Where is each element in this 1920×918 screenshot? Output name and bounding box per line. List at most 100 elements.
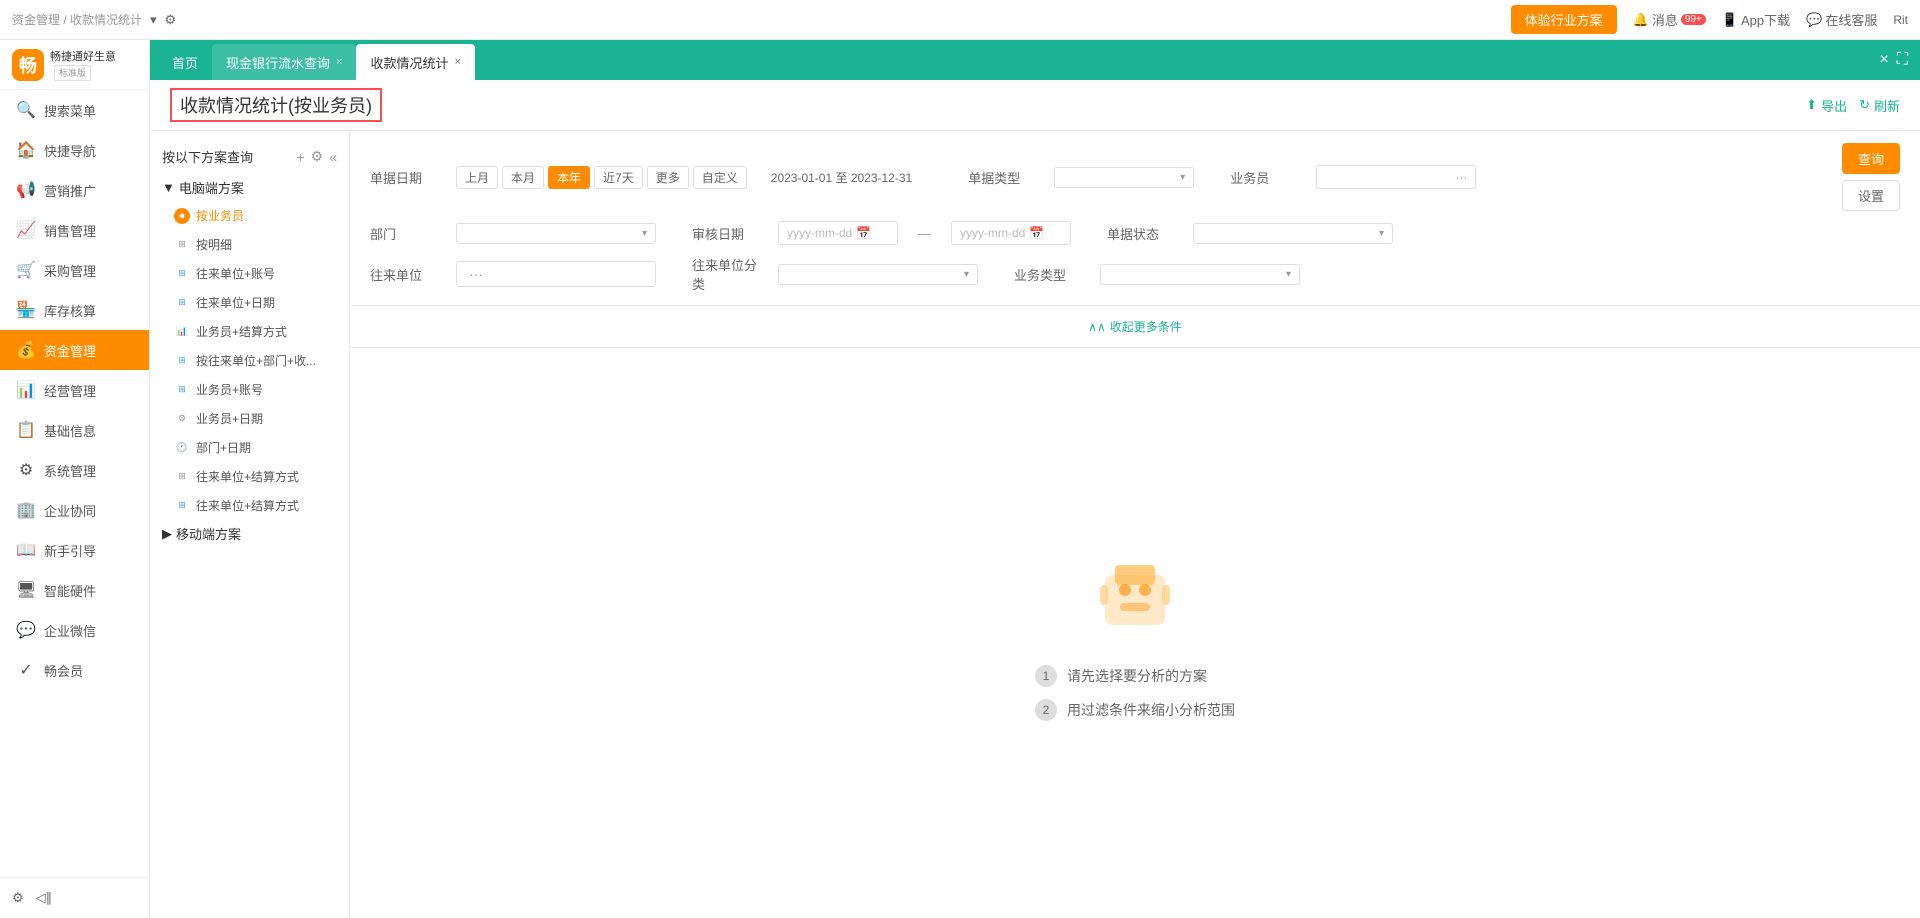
sidebar-item-finance[interactable]: 💰 资金管理: [0, 330, 149, 370]
message-btn[interactable]: 🔔 消息 99+: [1633, 10, 1706, 29]
system-icon: ⚙: [16, 460, 36, 480]
logo-icon: 畅: [12, 49, 44, 81]
sidebar-item-quicknav[interactable]: 🏠 快捷导航: [0, 130, 149, 170]
tab-receipt-close[interactable]: ×: [454, 56, 460, 68]
sidebar-item-label: 销售管理: [44, 221, 96, 240]
sidebar-item-search[interactable]: 🔍 搜索菜单: [0, 90, 149, 130]
filter-wrapper: 单据日期 上月 本月 本年 近7天 更多 自定义 2023-01-01 至 20…: [350, 131, 1920, 348]
tab-bank[interactable]: 现金银行流水查询 ×: [212, 44, 356, 80]
sidebar-item-guide[interactable]: 📖 新手引导: [0, 530, 149, 570]
sidebar-item-marketing[interactable]: 📢 营销推广: [0, 170, 149, 210]
doc-type-select[interactable]: ▾: [1054, 167, 1194, 188]
tab-bank-close[interactable]: ×: [336, 56, 342, 68]
tree-item-label: 往来单位+账号: [196, 265, 275, 282]
sidebar-item-sales[interactable]: 📈 销售管理: [0, 210, 149, 250]
tree-section-desktop[interactable]: ▼ 电脑端方案: [150, 174, 349, 201]
date-tab-more[interactable]: 更多: [647, 166, 689, 189]
tree-item-counterpart-dept-recv[interactable]: ⊞ 按往来单位+部门+收...: [150, 346, 349, 375]
chevron-down-icon: ▾: [964, 269, 969, 280]
export-btn[interactable]: ⬆ 导出: [1806, 96, 1847, 115]
finance-icon: 💰: [16, 340, 36, 360]
sidebar-item-label: 畅会员: [44, 661, 83, 680]
empty-steps: 1 请先选择要分析的方案 2 用过滤条件来缩小分析范围: [1035, 665, 1235, 721]
date-tab-7days[interactable]: 近7天: [594, 166, 643, 189]
message-icon: 🔔: [1633, 12, 1649, 28]
chevron-down-icon: ▾: [1286, 269, 1291, 280]
dropdown-btn[interactable]: ▾: [150, 12, 157, 28]
review-date-end[interactable]: yyyy-mm-dd 📅: [951, 221, 1071, 245]
tree-item-counterpart-date[interactable]: ⊞ 往来单位+日期: [150, 288, 349, 317]
sidebar-item-enterprise[interactable]: 🏢 企业协同: [0, 490, 149, 530]
tree-section-mobile[interactable]: ▶ 移动端方案: [150, 520, 349, 547]
counterpart-more-btn[interactable]: ···: [465, 266, 487, 282]
scheme-settings-btn[interactable]: ⚙: [311, 148, 324, 165]
query-btn[interactable]: 查询: [1842, 143, 1900, 174]
salesperson-select[interactable]: ···: [1316, 165, 1476, 189]
tab-close-btn[interactable]: ×: [1879, 51, 1888, 69]
sidebar-bottom: ⚙ ◁∥: [0, 877, 149, 918]
service-btn[interactable]: 💬 在线客服: [1806, 10, 1877, 29]
tree-item-counterpart-settlement2[interactable]: ⊞ 往来单位+结算方式: [150, 491, 349, 520]
tree-item-salesperson-date[interactable]: ⚙ 业务员+日期: [150, 404, 349, 433]
logo-area: 畅 畅捷通好生意 标准版: [0, 40, 149, 90]
sidebar-item-operations[interactable]: 📊 经营管理: [0, 370, 149, 410]
panel-collapse-btn[interactable]: «: [329, 148, 337, 165]
sidebar-item-label: 经营管理: [44, 381, 96, 400]
collapse-sidebar-btn[interactable]: ◁∥: [36, 890, 53, 906]
settings-small-btn[interactable]: ⚙: [12, 890, 24, 906]
doc-type-label: 单据类型: [968, 168, 1038, 187]
tree-item-salesperson-account[interactable]: ⊞ 业务员+账号: [150, 375, 349, 404]
sidebar-item-vip[interactable]: ✓ 畅会员: [0, 650, 149, 690]
scheme-icon: ⊞: [174, 469, 190, 485]
counterpart-input[interactable]: ···: [456, 261, 656, 287]
tree-item-counterpart-account[interactable]: ⊞ 往来单位+账号: [150, 259, 349, 288]
tree-item-dept-date[interactable]: 🕐 部门+日期: [150, 433, 349, 462]
sidebar-item-basic[interactable]: 📋 基础信息: [0, 410, 149, 450]
counterpart-category-select[interactable]: ▾: [778, 264, 978, 285]
tree-item-salesperson-settlement[interactable]: 📊 业务员+结算方式: [150, 317, 349, 346]
tree-item-counterpart-settlement1[interactable]: ⊞ 往来单位+结算方式: [150, 462, 349, 491]
date-tab-last-month[interactable]: 上月: [456, 166, 498, 189]
dept-select[interactable]: ▾: [456, 223, 656, 244]
sidebar-item-label: 企业微信: [44, 621, 96, 640]
tree-item-label: 按明细: [196, 236, 232, 253]
filter-row-2: 部门 ▾ 审核日期 yyyy-mm-dd 📅 —: [370, 221, 1900, 245]
add-scheme-btn[interactable]: +: [296, 148, 304, 165]
scheme-icon: 📊: [174, 324, 190, 340]
tree-item-by-detail[interactable]: ⊞ 按明细: [150, 230, 349, 259]
settings-btn[interactable]: ⚙: [165, 12, 177, 28]
home-icon: 🏠: [16, 140, 36, 160]
filter-setting-btn[interactable]: 设置: [1842, 180, 1900, 211]
tab-receipt[interactable]: 收款情况统计 ×: [356, 44, 474, 80]
doc-status-select[interactable]: ▾: [1193, 223, 1393, 244]
sidebar-item-purchase[interactable]: 🛒 采购管理: [0, 250, 149, 290]
tab-home[interactable]: 首页: [158, 44, 212, 80]
tab-maximize-btn[interactable]: ⛶: [1897, 51, 1908, 69]
query-btn-area: 查询 设置: [1842, 143, 1900, 211]
tree-item-label: 按往来单位+部门+收...: [196, 352, 316, 369]
tree-item-by-salesperson[interactable]: ● 按业务员: [150, 201, 349, 230]
inventory-icon: 🏪: [16, 300, 36, 320]
download-icon: 📱: [1722, 12, 1738, 28]
biz-type-select[interactable]: ▾: [1100, 264, 1300, 285]
date-dash: —: [914, 226, 935, 241]
sidebar-item-label: 采购管理: [44, 261, 96, 280]
sidebar-item-system[interactable]: ⚙ 系统管理: [0, 450, 149, 490]
sidebar-item-hardware[interactable]: 🖥 智能硬件: [0, 570, 149, 610]
date-tab-custom[interactable]: 自定义: [693, 166, 747, 189]
review-date-start[interactable]: yyyy-mm-dd 📅: [778, 221, 898, 245]
date-tab-this-month[interactable]: 本月: [502, 166, 544, 189]
trial-btn[interactable]: 体验行业方案: [1511, 5, 1617, 34]
scheme-icon: ⊞: [174, 237, 190, 253]
refresh-btn[interactable]: ↻ 刷新: [1859, 96, 1900, 115]
date-tab-this-year[interactable]: 本年: [548, 166, 590, 189]
user-name: Rit: [1893, 13, 1908, 27]
app-download-btn[interactable]: 📱 App下载: [1722, 10, 1790, 29]
sidebar-item-wechat[interactable]: 💬 企业微信: [0, 610, 149, 650]
collapse-more-btn[interactable]: ∧∧ 收起更多条件: [354, 310, 1916, 343]
sidebar-item-label: 快捷导航: [44, 141, 96, 160]
download-label: App下载: [1741, 10, 1790, 29]
sidebar-item-label: 营销推广: [44, 181, 96, 200]
counterpart-label: 往来单位: [370, 265, 440, 284]
sidebar-item-inventory[interactable]: 🏪 库存核算: [0, 290, 149, 330]
